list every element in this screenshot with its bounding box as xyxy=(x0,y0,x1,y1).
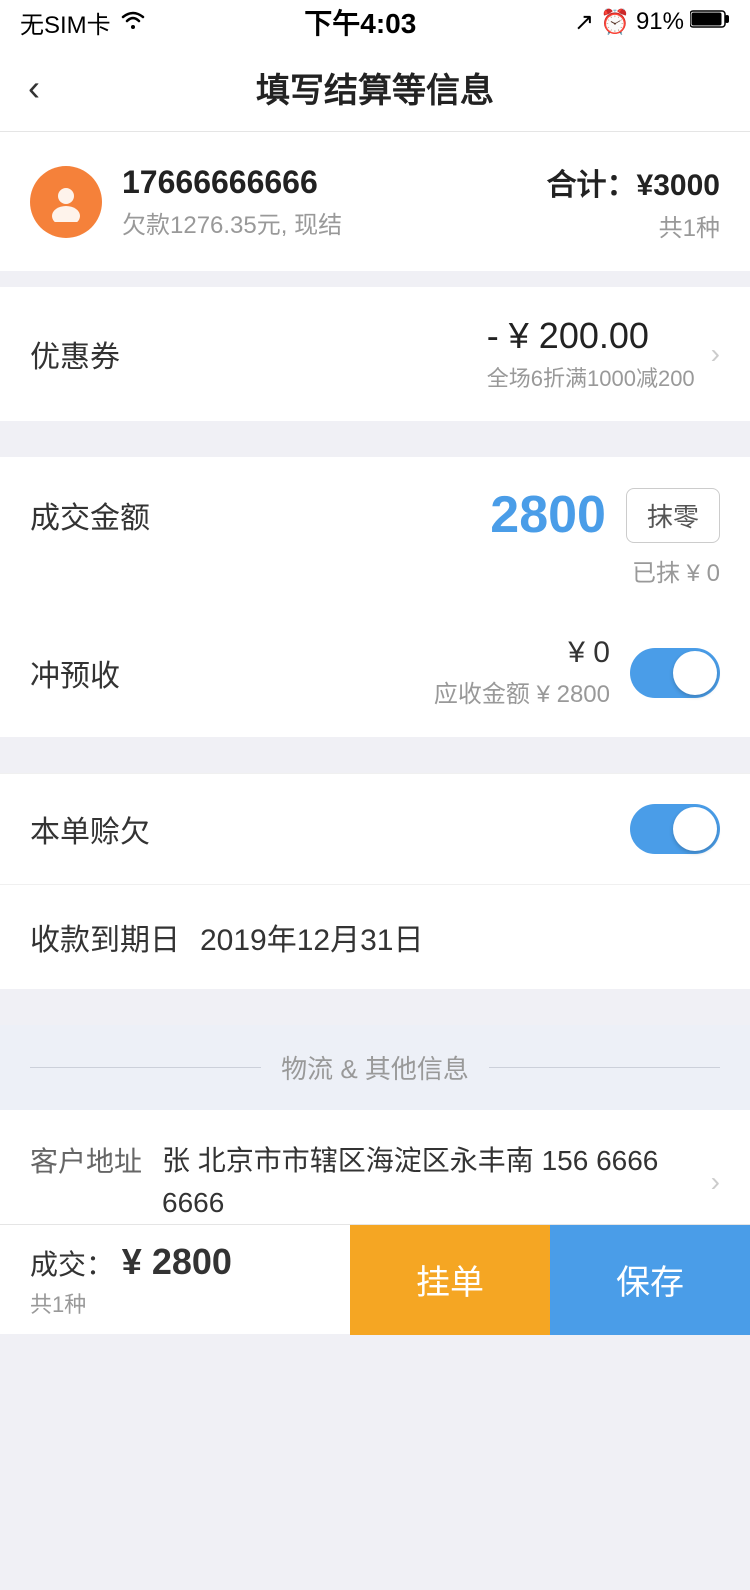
coupon-label: 优惠券 xyxy=(30,332,120,376)
logistics-line-right xyxy=(489,1067,720,1068)
logistics-text: 物流 & 其他信息 xyxy=(261,1049,489,1086)
bottom-deal-row: 成交： ¥ 2800 xyxy=(30,1241,320,1283)
logistics-header: 物流 & 其他信息 xyxy=(0,1025,750,1110)
logistics-line-left xyxy=(30,1067,261,1068)
credit-toggle-knob xyxy=(673,807,717,851)
content: 17666666666 欠款1276.35元, 现结 合计：¥3000 共1种 … xyxy=(0,132,750,1590)
address-label: 客户地址 xyxy=(30,1140,142,1180)
amount-row: 成交金额 2800 抹零 xyxy=(30,485,720,545)
avatar xyxy=(30,166,102,238)
duedate-value: 2019年12月31日 xyxy=(200,915,423,959)
round-button[interactable]: 抹零 xyxy=(626,488,720,543)
nav-title: 填写结算等信息 xyxy=(256,63,494,112)
toggle-knob xyxy=(673,651,717,695)
duedate-label: 收款到期日 xyxy=(30,915,180,959)
wifi-icon xyxy=(119,8,147,36)
credit-label: 本单赊欠 xyxy=(30,807,150,851)
bottom-deal-label: 成交： xyxy=(30,1249,114,1280)
customer-sub: 欠款1276.35元, 现结 xyxy=(122,205,342,240)
customer-left: 17666666666 欠款1276.35元, 现结 xyxy=(30,164,342,240)
credit-toggle[interactable] xyxy=(630,804,720,854)
coupon-chevron-icon: › xyxy=(711,338,720,370)
amount-label: 成交金额 xyxy=(30,493,150,537)
hang-button[interactable]: 挂单 xyxy=(350,1225,550,1335)
location-icon: ↗ xyxy=(574,8,594,37)
coupon-card[interactable]: 优惠券 - ¥ 200.00 全场6折满1000减200 › xyxy=(0,287,750,421)
coupon-right: - ¥ 200.00 全场6折满1000减200 › xyxy=(487,315,720,393)
section-spacer-1 xyxy=(0,437,750,457)
status-bar: 无SIM卡 下午4:03 ↗ ⏰ 91% xyxy=(0,0,750,44)
amount-sub: 已抹 ¥ 0 xyxy=(30,553,720,588)
prepay-amount: ¥ 0 xyxy=(434,636,610,670)
status-time: 下午4:03 xyxy=(304,2,416,42)
nav-bar: ‹ 填写结算等信息 xyxy=(0,44,750,132)
save-button[interactable]: 保存 xyxy=(550,1225,750,1335)
bottom-deal-amount: ¥ 2800 xyxy=(122,1241,232,1282)
customer-card: 17666666666 欠款1276.35元, 现结 合计：¥3000 共1种 xyxy=(0,132,750,271)
prepay-label: 冲预收 xyxy=(30,651,120,695)
battery-text: 91% xyxy=(636,8,684,36)
total-amount: 合计：¥3000 xyxy=(547,160,720,204)
amount-card: 成交金额 2800 抹零 已抹 ¥ 0 冲预收 ¥ 0 应收金额 ¥ 2800 xyxy=(0,457,750,737)
deal-value: 2800 xyxy=(490,485,606,545)
credit-row: 本单赊欠 xyxy=(0,773,750,884)
back-button[interactable]: ‹ xyxy=(28,67,40,109)
bottom-summary: 成交： ¥ 2800 共1种 xyxy=(0,1241,350,1319)
section-spacer-3 xyxy=(0,1005,750,1025)
customer-info: 17666666666 欠款1276.35元, 现结 xyxy=(122,164,342,240)
customer-phone: 17666666666 xyxy=(122,164,342,201)
battery-icon xyxy=(690,8,730,36)
customer-row: 17666666666 欠款1276.35元, 现结 合计：¥3000 共1种 xyxy=(0,132,750,271)
prepay-info: ¥ 0 应收金额 ¥ 2800 xyxy=(434,636,610,709)
coupon-discount: - ¥ 200.00 xyxy=(487,315,695,357)
no-sim-text: 无SIM卡 xyxy=(20,5,111,40)
prepay-sub: 应收金额 ¥ 2800 xyxy=(434,674,610,709)
prepay-right: ¥ 0 应收金额 ¥ 2800 xyxy=(434,636,720,709)
prepay-toggle[interactable] xyxy=(630,648,720,698)
section-spacer-2 xyxy=(0,753,750,773)
alarm-icon: ⏰ xyxy=(600,8,630,37)
coupon-detail: 全场6折满1000减200 xyxy=(487,361,695,393)
duedate-row: 收款到期日 2019年12月31日 xyxy=(0,884,750,989)
status-left: 无SIM卡 xyxy=(20,5,147,40)
credit-card: 本单赊欠 收款到期日 2019年12月31日 xyxy=(0,773,750,989)
address-value: 张 北京市市辖区海淀区永丰南 156 6666 6666 xyxy=(162,1140,691,1224)
bottom-deal-sub: 共1种 xyxy=(30,1287,320,1319)
coupon-row[interactable]: 优惠券 - ¥ 200.00 全场6折满1000减200 › xyxy=(0,287,750,421)
total-sub: 共1种 xyxy=(547,208,720,243)
bottom-bar: 成交： ¥ 2800 共1种 挂单 保存 xyxy=(0,1224,750,1334)
customer-total: 合计：¥3000 共1种 xyxy=(547,160,720,243)
amount-section: 成交金额 2800 抹零 已抹 ¥ 0 xyxy=(0,457,750,608)
amount-right: 2800 抹零 xyxy=(490,485,720,545)
prepay-row: 冲预收 ¥ 0 应收金额 ¥ 2800 xyxy=(0,608,750,737)
status-right: ↗ ⏰ 91% xyxy=(574,8,730,37)
address-chevron-icon: › xyxy=(711,1166,720,1198)
